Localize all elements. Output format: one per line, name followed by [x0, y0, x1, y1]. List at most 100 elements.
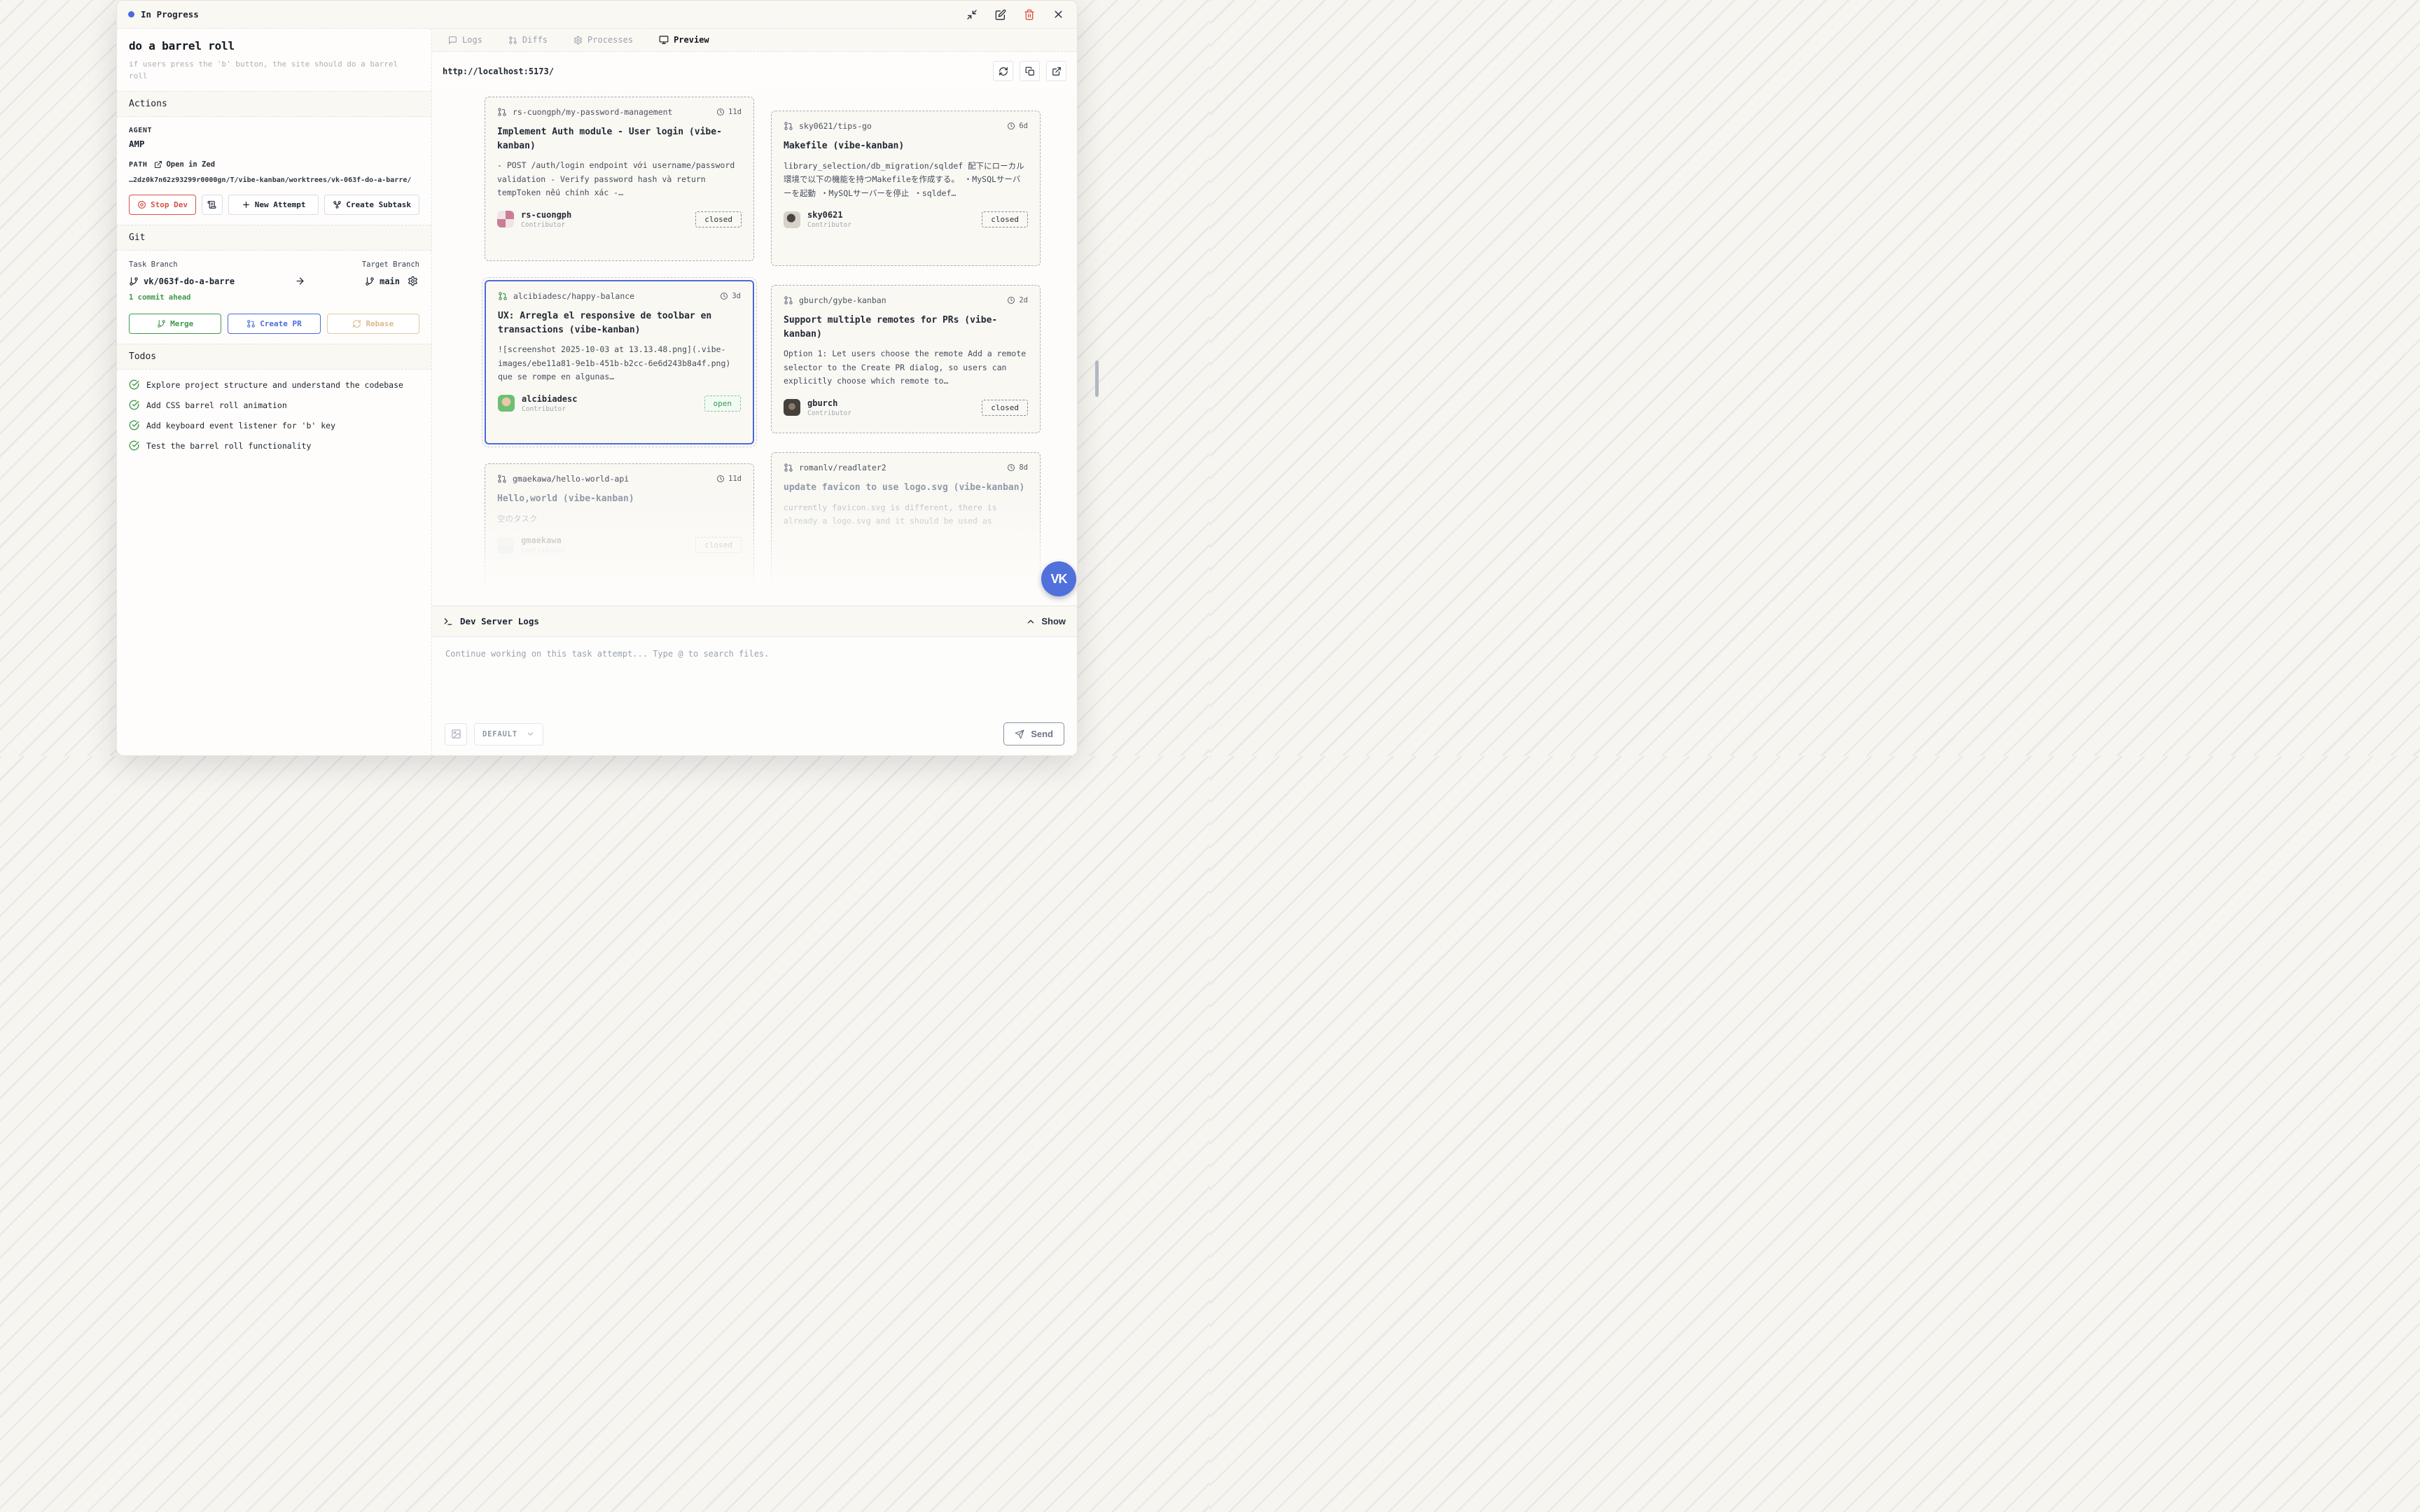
rebase-button[interactable]: Rebase [326, 314, 419, 334]
section-todos: Todos [117, 344, 431, 370]
dialog-header: In Progress [117, 1, 1077, 29]
create-pr-label: Create PR [260, 319, 302, 328]
send-button[interactable]: Send [1003, 722, 1064, 746]
status-label: In Progress [141, 9, 199, 20]
pr-status-badge: closed [982, 211, 1028, 228]
tab-processes[interactable]: Processes [573, 35, 633, 45]
pr-card-rs-cuongph[interactable]: rs-cuongph/my-password-management 11d Im… [485, 97, 754, 261]
create-subtask-button[interactable]: Create Subtask [324, 195, 419, 215]
chevron-down-icon [527, 732, 534, 736]
edit-button[interactable] [994, 8, 1008, 22]
pr-status-badge: open [704, 395, 741, 412]
create-pr-button[interactable]: Create PR [228, 314, 321, 334]
target-branch: main [365, 276, 400, 286]
vibe-kanban-fab[interactable]: VK [1041, 561, 1076, 596]
pr-card-gburch[interactable]: gburch/gybe-kanban 2d Support multiple r… [771, 285, 1041, 433]
create-subtask-label: Create Subtask [346, 200, 411, 209]
page-scrollbar[interactable] [1095, 360, 1099, 397]
avatar [497, 211, 514, 228]
image-icon [451, 729, 461, 738]
send-icon [1015, 729, 1024, 738]
todo-item: Add keyboard event listener for 'b' key [129, 420, 419, 430]
pr-status-badge: closed [982, 399, 1028, 416]
variant-value: DEFAULT [482, 729, 517, 738]
new-attempt-button[interactable]: New Attempt [228, 195, 319, 215]
attach-image-button[interactable] [445, 722, 467, 746]
refresh-icon [353, 320, 361, 328]
git-branch-icon [130, 276, 138, 286]
check-circle-icon [129, 420, 139, 430]
status-dot-icon [128, 11, 134, 18]
pr-card-alcibiadesc[interactable]: alcibiadesc/happy-balance 3d UX: Arregla… [482, 277, 757, 447]
page-title: do a barrel roll [129, 39, 235, 52]
open-external-button[interactable] [1046, 61, 1066, 81]
pr-card-sky0621[interactable]: sky0621/tips-go 6d Makefile (vibe-kanban… [771, 111, 1041, 266]
status-badge: In Progress [128, 9, 199, 20]
copy-icon [1025, 66, 1034, 76]
pr-card-gmaekawa[interactable]: gmaekawa/hello-world-api 11d Hello,world… [485, 463, 754, 606]
tab-bar: Logs Diffs Processes Preview [432, 29, 1077, 52]
todo-item: Test the barrel roll functionality [129, 440, 419, 451]
preview-panel: Logs Diffs Processes Preview http://loca… [432, 29, 1077, 755]
monitor-icon [659, 36, 669, 44]
preview-viewport: rs-cuongph/my-password-management 11d Im… [432, 90, 1077, 606]
task-dialog: In Progress do a barrel roll if users pr… [116, 0, 1078, 756]
open-in-zed-label: Open in Zed [166, 160, 216, 169]
agent-value: AMP [129, 139, 145, 149]
external-link-icon [1052, 66, 1061, 76]
commits-ahead: 1 commit ahead [129, 293, 191, 302]
composer: DEFAULT Send [432, 636, 1077, 755]
chevron-up-icon [1028, 620, 1034, 623]
url-text[interactable]: http://localhost:5173/ [443, 66, 554, 76]
close-button[interactable] [1051, 7, 1066, 22]
message-input[interactable] [432, 637, 1077, 704]
minimize-button[interactable] [965, 8, 979, 22]
refresh-button[interactable] [993, 61, 1013, 81]
branch-settings-button[interactable] [406, 274, 419, 288]
todo-item: Explore project structure and understand… [129, 379, 419, 390]
clock-icon [721, 293, 728, 300]
tab-preview[interactable]: Preview [659, 35, 709, 45]
delete-button[interactable] [1022, 8, 1036, 22]
task-branch: vk/063f-do-a-barre [129, 276, 235, 286]
clock-icon [1008, 464, 1015, 471]
dev-logs-button[interactable] [201, 195, 223, 215]
section-actions: Actions [117, 91, 431, 117]
merge-button[interactable]: Merge [129, 314, 222, 334]
external-link-icon [155, 160, 162, 169]
rebase-label: Rebase [366, 319, 394, 328]
gear-icon [408, 276, 417, 286]
pr-status-badge: closed [695, 211, 742, 227]
gear-icon [574, 36, 582, 44]
target-branch-label: Target Branch [361, 260, 419, 269]
worktree-path: …2dz0k7n62z93299r0000gn/T/vibe-kanban/wo… [129, 176, 412, 184]
pr-card-romanlv[interactable]: romanlv/readlater2 8d update favicon to … [771, 452, 1041, 606]
show-logs-toggle[interactable]: Show [1026, 616, 1066, 626]
url-bar: http://localhost:5173/ [432, 52, 1077, 90]
git-pull-request-icon [498, 108, 506, 116]
tab-diffs[interactable]: Diffs [508, 35, 548, 45]
git-pull-request-icon [784, 296, 793, 304]
scroll-icon [208, 201, 216, 209]
dev-logs-label: Dev Server Logs [460, 616, 539, 626]
task-sidebar: do a barrel roll if users press the 'b' … [117, 29, 432, 755]
task-branch-name: vk/063f-do-a-barre [144, 276, 235, 286]
variant-select[interactable]: DEFAULT [474, 722, 543, 746]
dev-server-logs-bar[interactable]: Dev Server Logs Show [432, 606, 1077, 636]
trash-icon [1024, 9, 1034, 20]
check-circle-icon [129, 379, 139, 390]
section-git: Git [117, 225, 431, 251]
task-branch-label: Task Branch [129, 260, 178, 269]
git-branch-icon [366, 276, 374, 286]
pr-status-badge: closed [695, 537, 742, 554]
todo-item: Add CSS barrel roll animation [129, 400, 419, 410]
check-circle-icon [129, 400, 139, 410]
copy-url-button[interactable] [1020, 61, 1040, 81]
stop-dev-button[interactable]: Stop Dev [129, 195, 196, 215]
close-icon [1055, 10, 1062, 18]
refresh-icon [999, 66, 1008, 76]
tab-logs[interactable]: Logs [448, 35, 482, 45]
open-in-zed-link[interactable]: Open in Zed [154, 160, 215, 169]
task-description: if users press the 'b' button, the site … [129, 59, 398, 80]
avatar [497, 536, 514, 554]
